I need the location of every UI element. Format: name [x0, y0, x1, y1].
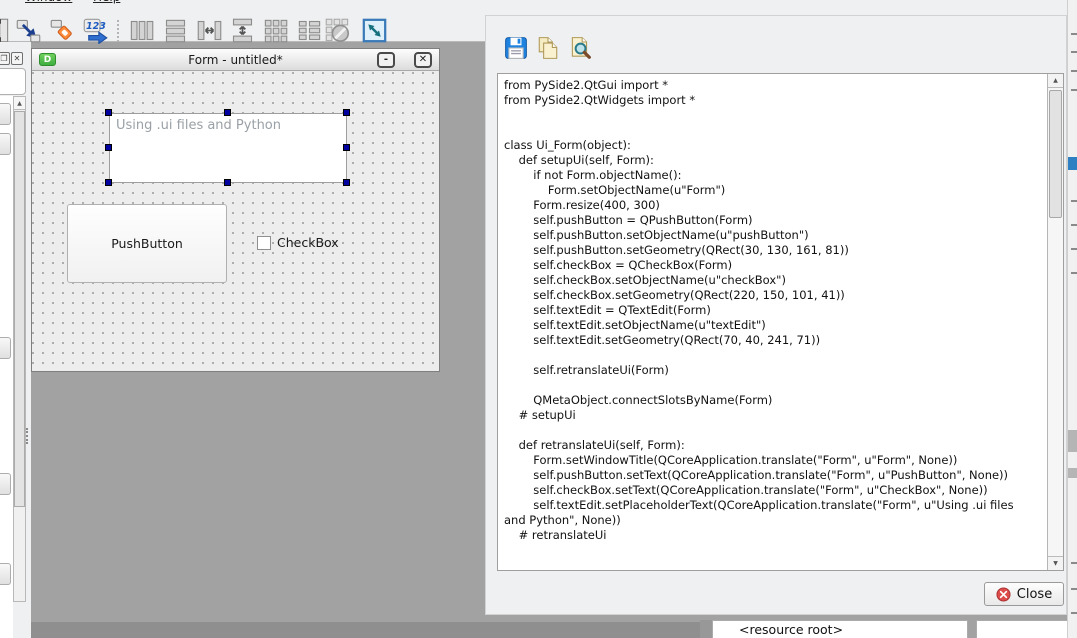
widget-category-item[interactable] — [0, 473, 11, 495]
edit-widgets-icon[interactable] — [0, 17, 11, 44]
form-textedit[interactable]: Using .ui files and Python — [109, 113, 347, 183]
tree-selected-row[interactable] — [1068, 157, 1077, 170]
layout-form-icon[interactable] — [296, 17, 323, 44]
minimize-button[interactable]: - — [377, 52, 395, 68]
checkbox-label: CheckBox — [277, 235, 339, 250]
bottom-dock-bar — [31, 622, 700, 638]
tree-branch-mark — [1071, 248, 1077, 250]
find-icon[interactable] — [568, 36, 592, 60]
widget-box-list — [0, 96, 13, 638]
selection-handle-top-left[interactable] — [105, 109, 112, 116]
tree-branch-mark — [1071, 562, 1077, 564]
dock-close-icon[interactable]: ✕ — [11, 52, 23, 65]
right-dock-strip — [1067, 0, 1077, 638]
tree-branch-mark — [1071, 33, 1077, 35]
copy-icon[interactable] — [536, 36, 560, 60]
dock-restore-icon[interactable]: ❐ — [0, 52, 10, 65]
tree-branch-mark — [1071, 224, 1077, 226]
menu-window[interactable]: Window — [25, 0, 72, 4]
code-scrollbar[interactable]: ▲ ▼ — [1047, 74, 1063, 570]
form-editor-window: D Form - untitled* - ✕ Using .ui files a… — [31, 48, 440, 372]
tree-branch-mark — [1071, 272, 1077, 274]
widget-category-item[interactable] — [0, 337, 11, 359]
view-code-dialog: from PySide2.QtGui import * from PySide2… — [485, 15, 1067, 615]
widget-category-item[interactable] — [0, 563, 11, 585]
edit-buddies-icon[interactable] — [49, 17, 76, 44]
layout-horizontal-icon[interactable] — [128, 17, 155, 44]
bottom-divider — [700, 620, 712, 638]
scroll-up-icon[interactable]: ▲ — [1048, 74, 1063, 88]
splitter-handle[interactable] — [26, 428, 28, 444]
close-button-label: Close — [1017, 587, 1052, 602]
widget-category-item[interactable] — [0, 103, 11, 125]
textedit-placeholder: Using .ui files and Python — [116, 118, 281, 133]
close-button[interactable]: ✕ — [414, 52, 432, 68]
save-icon[interactable] — [504, 36, 528, 60]
edit-tab-order-icon[interactable]: 123 — [82, 17, 109, 44]
selection-handle-mid-right[interactable] — [343, 144, 350, 151]
layout-splitter-vertical-icon[interactable] — [229, 17, 256, 44]
tree-branch-mark — [1071, 200, 1077, 202]
tree-branch-mark — [1071, 588, 1077, 590]
dialog-close-button[interactable]: Close — [984, 582, 1064, 606]
layout-vertical-icon[interactable] — [162, 17, 189, 44]
scroll-up-icon[interactable]: ▲ — [14, 97, 25, 110]
resource-preview-panel — [976, 620, 1077, 638]
scroll-down-icon[interactable]: ▼ — [1048, 556, 1063, 570]
scrollbar-thumb[interactable] — [14, 111, 25, 507]
selection-handle-bottom-right[interactable] — [343, 179, 350, 186]
close-circle-icon — [996, 587, 1011, 602]
menu-help[interactable]: Help — [93, 0, 120, 4]
tree-branch-mark — [1071, 51, 1077, 53]
selection-handle-top-right[interactable] — [343, 109, 350, 116]
form-canvas[interactable]: Using .ui files and Python PushButton Ch… — [32, 71, 439, 371]
panel-fragment — [1068, 468, 1077, 478]
resource-root-item[interactable]: <resource root> — [712, 620, 968, 638]
selection-handle-bottom-left[interactable] — [105, 179, 112, 186]
edit-signals-slots-icon[interactable] — [15, 17, 42, 44]
generated-python-code[interactable]: from PySide2.QtGui import * from PySide2… — [498, 74, 1047, 547]
code-view[interactable]: from PySide2.QtGui import * from PySide2… — [497, 73, 1064, 571]
adjust-size-icon[interactable] — [361, 17, 388, 44]
layout-splitter-horizontal-icon[interactable] — [196, 17, 223, 44]
form-checkbox[interactable]: CheckBox — [257, 235, 339, 250]
selection-handle-mid-left[interactable] — [105, 144, 112, 151]
tree-branch-mark — [1071, 612, 1077, 614]
scrollbar-thumb[interactable] — [1049, 90, 1062, 218]
panel-fragment — [1068, 430, 1077, 452]
checkbox-indicator[interactable] — [257, 236, 271, 250]
widget-filter-input[interactable] — [0, 68, 26, 95]
selection-handle-top-center[interactable] — [224, 109, 231, 116]
widget-category-item[interactable] — [0, 133, 11, 155]
layout-grid-icon[interactable] — [262, 17, 289, 44]
qt-designer-screen: Window Help 123 — [0, 0, 1077, 638]
toolbar-separator — [117, 20, 119, 42]
designer-form-icon: D — [39, 53, 56, 66]
form-pushbutton[interactable]: PushButton — [67, 204, 227, 283]
tree-branch-mark — [1071, 89, 1077, 91]
form-window-titlebar[interactable]: D Form - untitled* - ✕ — [32, 49, 439, 71]
widget-box-panel: ❐ ✕ ▲ — [0, 42, 31, 638]
selection-handle-bottom-center[interactable] — [224, 179, 231, 186]
tree-branch-mark — [1071, 70, 1077, 72]
widget-box-scrollbar[interactable]: ▲ — [13, 96, 26, 602]
svg-text:123: 123 — [86, 21, 106, 32]
break-layout-icon[interactable] — [324, 17, 351, 44]
